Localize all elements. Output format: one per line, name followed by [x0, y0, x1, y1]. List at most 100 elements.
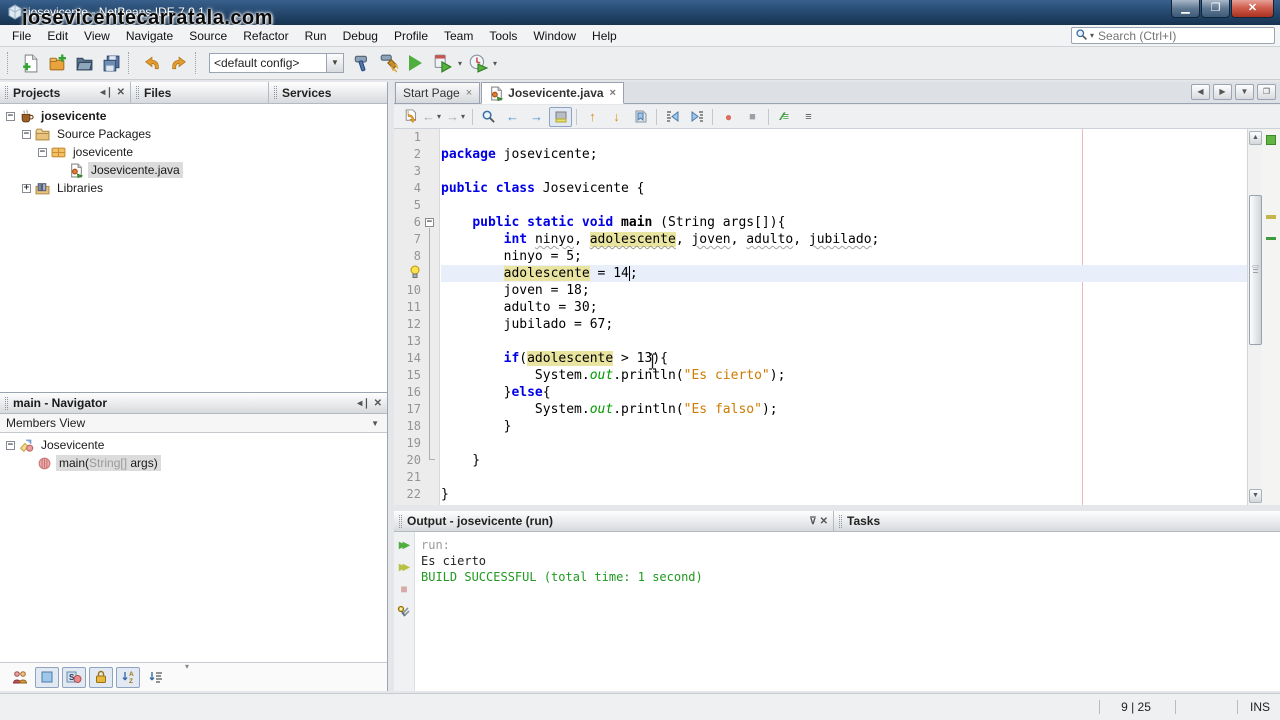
- tasks-tab[interactable]: Tasks: [834, 511, 1280, 532]
- menu-edit[interactable]: Edit: [39, 26, 76, 46]
- tab-projects[interactable]: Projects ◂❘ ✕: [0, 82, 131, 104]
- debug-project-button[interactable]: [429, 50, 456, 77]
- menu-tools[interactable]: Tools: [481, 26, 525, 46]
- show-static-members-button[interactable]: S: [62, 666, 86, 688]
- editor-tab-josevicente-java[interactable]: Josevicente.java ×: [481, 82, 624, 104]
- code-line-12[interactable]: jubilado = 67;: [441, 316, 1247, 333]
- comment-button[interactable]: ∕∕≡: [773, 107, 796, 127]
- menu-debug[interactable]: Debug: [335, 26, 386, 46]
- sort-alphabetically-button[interactable]: AZ: [116, 666, 140, 688]
- splitter-handle-icon[interactable]: ▾: [185, 662, 189, 671]
- code-line-4[interactable]: public class Josevicente {: [441, 180, 1247, 197]
- menu-view[interactable]: View: [76, 26, 118, 46]
- menu-team[interactable]: Team: [436, 26, 481, 46]
- code-line-13[interactable]: [441, 333, 1247, 350]
- scroll-tabs-left-button[interactable]: ◀: [1191, 84, 1210, 100]
- maximize-window-button[interactable]: ❐: [1257, 84, 1276, 100]
- scroll-up-button[interactable]: ▲: [1249, 131, 1262, 145]
- toggle-highlight-search-button[interactable]: [549, 106, 572, 127]
- output-console[interactable]: run: Es cierto BUILD SUCCESSFUL (total tim…: [415, 532, 1280, 691]
- editor-tab-start-page[interactable]: Start Page ×: [395, 82, 481, 103]
- back-button[interactable]: ← ▾: [421, 107, 444, 127]
- code-line-5[interactable]: [441, 197, 1247, 214]
- maximize-button[interactable]: ❐: [1201, 0, 1230, 18]
- code-line-11[interactable]: adulto = 30;: [441, 299, 1247, 316]
- shift-right-button[interactable]: [685, 107, 708, 127]
- opened-documents-list-button[interactable]: ▼: [1235, 84, 1254, 100]
- code-line-8[interactable]: ninyo = 5;: [441, 248, 1247, 265]
- config-dropdown-icon[interactable]: ▼: [327, 53, 344, 73]
- build-project-button[interactable]: [348, 50, 375, 77]
- tree-item-josevicente[interactable]: − josevicente: [0, 107, 387, 125]
- debug-dropdown-icon[interactable]: ▾: [458, 59, 462, 68]
- dock-minimize-icon[interactable]: ◂❘: [357, 398, 370, 409]
- search-input[interactable]: [1096, 27, 1271, 44]
- tree-item-josevicente[interactable]: − josevicente: [0, 143, 387, 161]
- menu-navigate[interactable]: Navigate: [118, 26, 181, 46]
- code-line-17[interactable]: System.out.println("Es falso");: [441, 401, 1247, 418]
- editor-vertical-scrollbar[interactable]: ▲ ▼: [1247, 129, 1262, 505]
- rerun-with-args-button[interactable]: ▶▶: [396, 559, 413, 575]
- next-occurrence-button[interactable]: ↓: [605, 107, 628, 127]
- minimize-button[interactable]: ▁: [1171, 0, 1200, 18]
- code-line-21[interactable]: [441, 469, 1247, 486]
- profile-project-button[interactable]: [464, 50, 491, 77]
- stop-macro-recording-button[interactable]: ■: [741, 107, 764, 127]
- sort-by-source-button[interactable]: [143, 667, 167, 688]
- uncomment-button[interactable]: ≡: [797, 107, 820, 127]
- close-icon[interactable]: ✕: [820, 516, 828, 527]
- collapse-icon[interactable]: −: [38, 147, 47, 157]
- expand-icon[interactable]: +: [22, 183, 31, 193]
- forward-button[interactable]: → ▾: [445, 107, 468, 127]
- menu-help[interactable]: Help: [584, 26, 625, 46]
- code-line-7[interactable]: int ninyo, adolescente, joven, adulto, j…: [441, 231, 1247, 248]
- clean-build-button[interactable]: [375, 50, 402, 77]
- editor-gutter[interactable]: 1 2 3 4 5 6 7 8 10 11 12 13 14 15 16 17 18 19 20 21 22: [394, 129, 440, 505]
- error-stripe[interactable]: [1262, 129, 1280, 505]
- tab-files[interactable]: Files: [131, 82, 269, 104]
- toggle-bookmark-button[interactable]: [629, 107, 652, 127]
- code-line-2[interactable]: package josevicente;: [441, 146, 1247, 163]
- code-line-9[interactable]: adolescente = 14;: [441, 265, 1247, 282]
- code-line-18[interactable]: }: [441, 418, 1247, 435]
- tree-item-libraries[interactable]: + Libraries: [0, 179, 387, 197]
- scroll-tabs-right-button[interactable]: ▶: [1213, 84, 1232, 100]
- rerun-button[interactable]: ▶▶: [396, 537, 413, 553]
- find-button[interactable]: [477, 107, 500, 127]
- dock-minimize-icon[interactable]: ⊽: [809, 516, 816, 527]
- code-line-15[interactable]: System.out.println("Es cierto");: [441, 367, 1247, 384]
- save-all-button[interactable]: [98, 50, 125, 77]
- collapse-icon[interactable]: −: [6, 440, 15, 450]
- config-combobox[interactable]: <default config> ▼: [209, 53, 344, 73]
- close-tab-icon[interactable]: ×: [466, 87, 472, 99]
- run-project-button[interactable]: [402, 50, 429, 77]
- close-tab-icon[interactable]: ×: [610, 87, 616, 99]
- occurrence-mark[interactable]: [1266, 237, 1276, 240]
- tree-item-josevicente-java[interactable]: Josevicente.java: [0, 161, 387, 179]
- new-file-button[interactable]: [17, 50, 44, 77]
- code-line-19[interactable]: [441, 435, 1247, 452]
- quick-search[interactable]: ▾: [1071, 27, 1275, 44]
- scroll-down-button[interactable]: ▼: [1249, 489, 1262, 503]
- code-line-3[interactable]: [441, 163, 1247, 180]
- stop-run-button[interactable]: ■: [396, 581, 413, 597]
- code-line-22[interactable]: }: [441, 486, 1247, 503]
- profile-dropdown-icon[interactable]: ▾: [493, 59, 497, 68]
- code-line-6[interactable]: public static void main (String args[]){: [441, 214, 1247, 231]
- output-tab[interactable]: Output - josevicente (run) ⊽ ✕: [394, 511, 834, 532]
- redo-button[interactable]: [165, 50, 192, 77]
- collapse-icon[interactable]: −: [22, 129, 31, 139]
- code-fold-collapse-icon[interactable]: −: [425, 218, 434, 227]
- close-icon[interactable]: ✕: [117, 87, 125, 98]
- code-line-16[interactable]: }else{: [441, 384, 1247, 401]
- menu-window[interactable]: Window: [525, 26, 584, 46]
- dock-minimize-icon[interactable]: ◂❘: [100, 87, 113, 98]
- find-next-button[interactable]: →: [525, 107, 548, 127]
- close-icon[interactable]: ✕: [374, 398, 382, 409]
- find-previous-button[interactable]: ←: [501, 107, 524, 127]
- code-line-1[interactable]: [441, 129, 1247, 146]
- show-fields-button[interactable]: [35, 666, 59, 688]
- tree-item-josevicente[interactable]: − Josevicente: [0, 436, 387, 454]
- scrollbar-thumb[interactable]: [1249, 195, 1262, 345]
- code-lines[interactable]: package josevicente; public class Josevic…: [441, 129, 1247, 503]
